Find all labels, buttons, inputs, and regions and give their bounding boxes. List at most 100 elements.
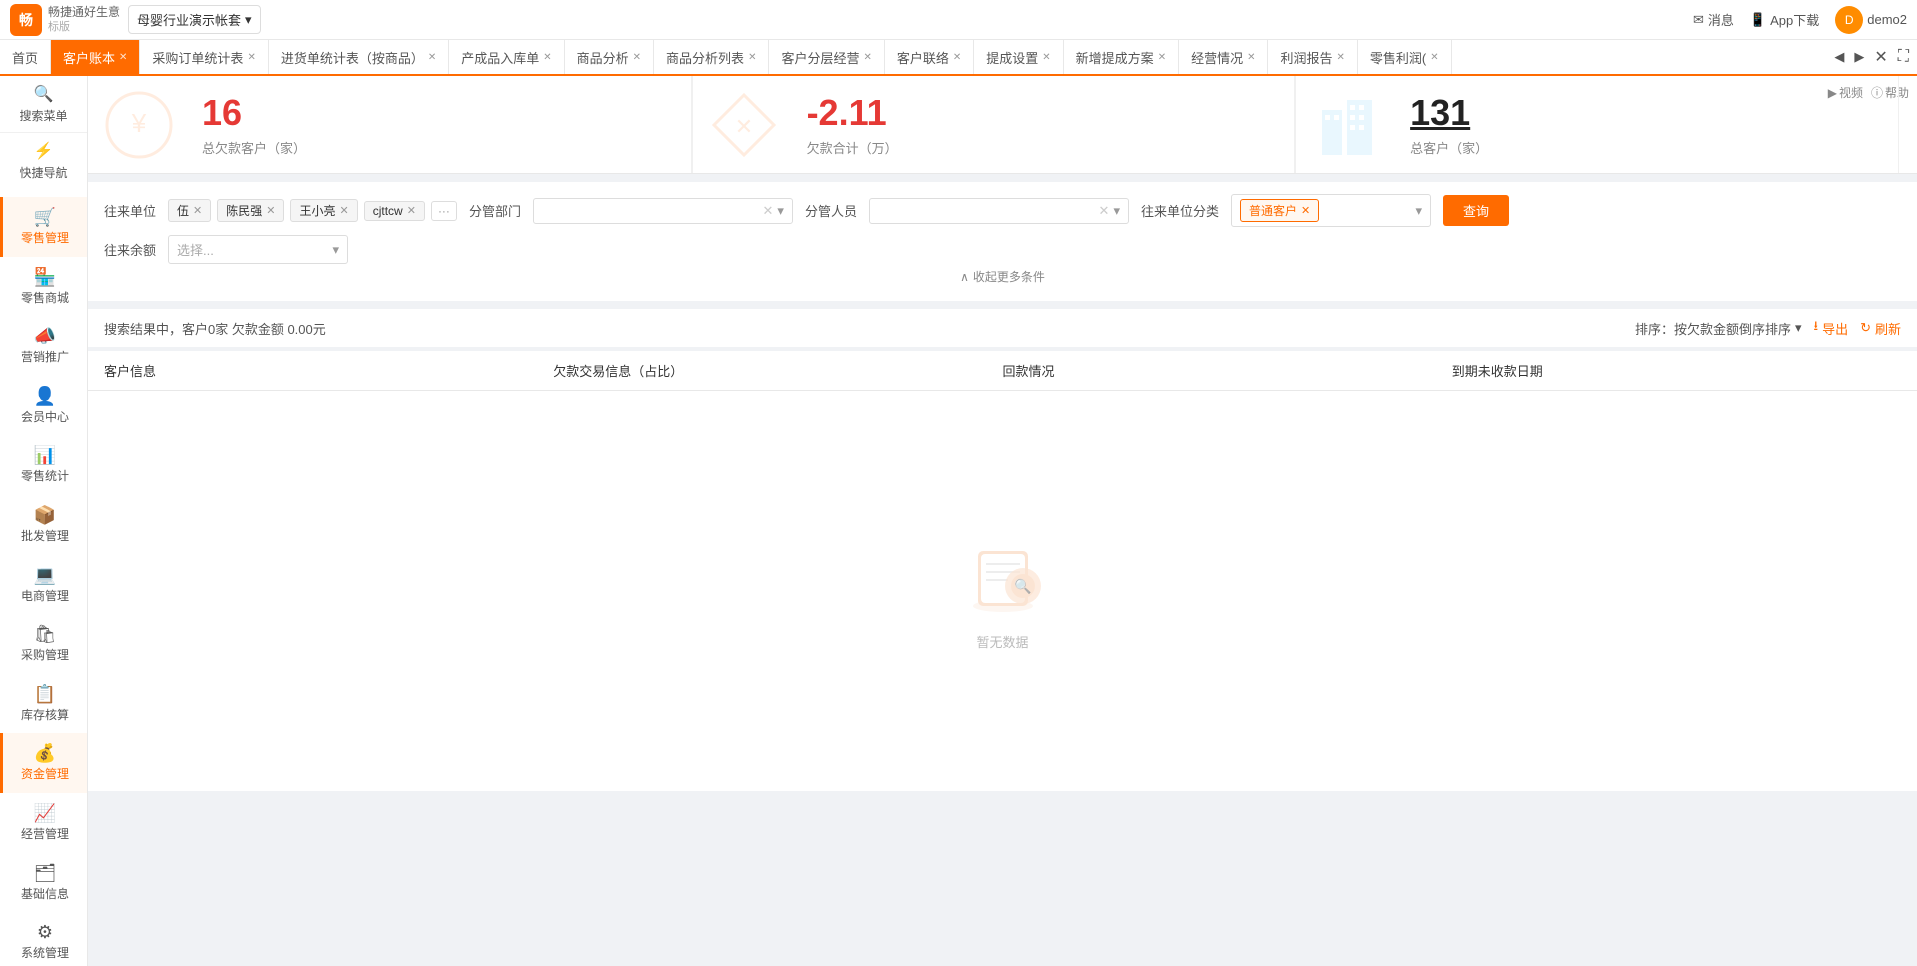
filter-row-2: 往来余额 选择... ▾ [104, 235, 1901, 264]
logo-text: 畅捷通好生意 标版 [48, 5, 120, 35]
sort-select[interactable]: 排序：按欠款金额倒序排序 ▾ [1635, 319, 1802, 338]
tab-profit-report[interactable]: 利润报告 ✕ [1268, 40, 1357, 75]
marketing-icon: 📣 [34, 326, 56, 347]
batch-icon: 📦 [34, 505, 56, 526]
industry-select[interactable]: 母婴行业演示帐套 ▾ [128, 5, 261, 34]
tab-customer-tier[interactable]: 客户分层经营 ✕ [769, 40, 884, 75]
stat-total-customers: 131 总客户（家） [1295, 76, 1899, 173]
remove-tag-chen[interactable]: ✕ [266, 204, 275, 217]
results-right: 排序：按欠款金额倒序排序 ▾ ⭳ 导出 ↻ 刷新 [1635, 317, 1901, 339]
sidebar-item-purchase[interactable]: 🛍 采购管理 [0, 614, 87, 674]
filter-tag-chen: 陈民强 ✕ [217, 199, 284, 222]
tab-prev-button[interactable]: ◀ [1830, 49, 1848, 65]
user-menu[interactable]: D demo2 [1835, 6, 1907, 34]
tab-close-icon[interactable]: ✕ [953, 52, 961, 63]
sidebar-item-finance[interactable]: 💰 资金管理 [0, 733, 87, 793]
sidebar-item-retail[interactable]: 🛒 零售管理 [0, 197, 87, 257]
sidebar: 🔍 搜索菜单 ⚡ 快捷导航 🛒 零售管理 🏪 零售商城 📣 营销推广 👤 会员中… [0, 76, 88, 966]
table-col-overdue: 欠款交易信息（占比） [553, 361, 1002, 380]
remove-tag-wu[interactable]: ✕ [193, 204, 202, 217]
export-button[interactable]: ⭳ 导出 [1814, 317, 1849, 339]
sidebar-item-inventory[interactable]: 📋 库存核算 [0, 674, 87, 734]
query-button[interactable]: 查询 [1443, 195, 1509, 226]
tab-close-icon[interactable]: ✕ [1337, 52, 1345, 63]
remove-category-tag[interactable]: ✕ [1301, 204, 1310, 217]
table-body: 🔍 暂无数据 [88, 391, 1917, 791]
collapse-button[interactable]: ∧ 收起更多条件 [960, 264, 1045, 289]
tab-close-icon[interactable]: ✕ [119, 52, 127, 63]
tab-goods-list[interactable]: 商品分析列表 ✕ [654, 40, 769, 75]
tab-operation[interactable]: 经营情况 ✕ [1179, 40, 1268, 75]
chevron-down-icon: ▾ [777, 203, 784, 219]
empty-text: 暂无数据 [976, 632, 1028, 651]
sidebar-item-batch[interactable]: 📦 批发管理 [0, 495, 87, 555]
collapse-btn-row: ∧ 收起更多条件 [104, 264, 1901, 289]
tab-expand-button[interactable]: ⛶ [1894, 48, 1913, 66]
tab-close-icon[interactable]: ✕ [1042, 52, 1050, 63]
filter-label-manager: 分管人员 [805, 201, 857, 220]
tab-cost-stock[interactable]: 产成品入库单 ✕ [449, 40, 564, 75]
remove-tag-cjttcw[interactable]: ✕ [407, 204, 416, 217]
app-download-button[interactable]: 📱 App下载 [1750, 10, 1819, 29]
tab-close-icon[interactable]: ✕ [1430, 52, 1438, 63]
more-tags-button[interactable]: ··· [431, 201, 457, 221]
tab-retail-profit[interactable]: 零售利润( ✕ [1358, 40, 1452, 75]
stat-overdue-customers: ¥ 16 总欠款客户（家） [88, 76, 692, 173]
sidebar-item-member[interactable]: 👤 会员中心 [0, 376, 87, 436]
tab-customer-account[interactable]: 客户账本 ✕ [51, 40, 140, 75]
top-bar: 畅 畅捷通好生意 标版 母婴行业演示帐套 ▾ ✉ 消息 📱 App下载 D de… [0, 0, 1917, 40]
tab-close-icon[interactable]: ✕ [428, 52, 436, 63]
message-button[interactable]: ✉ 消息 [1693, 10, 1734, 29]
tab-close-all-button[interactable]: ✕ [1870, 47, 1891, 67]
tab-close-icon[interactable]: ✕ [748, 52, 756, 63]
remove-tag-wang[interactable]: ✕ [340, 204, 349, 217]
tab-new-commission[interactable]: 新增提成方案 ✕ [1064, 40, 1179, 75]
table-container: 客户信息 欠款交易信息（占比） 回款情况 到期未收款日期 [88, 351, 1917, 791]
tab-stock-stats[interactable]: 进货单统计表（按商品） ✕ [269, 40, 449, 75]
basic-info-icon: 🗂 [34, 863, 57, 884]
operation-icon: 📈 [34, 803, 56, 824]
stat-amount-text-group: -2.11 欠款合计（万） [807, 92, 898, 157]
tab-close-icon[interactable]: ✕ [633, 52, 641, 63]
filter-dept-select[interactable]: ✕ ▾ [533, 198, 793, 224]
filter-category-select[interactable]: 普通客户 ✕ ▾ [1231, 194, 1431, 227]
system-icon: ⚙ [37, 922, 53, 943]
table-col-customer: 客户信息 [104, 361, 553, 380]
tab-bar-end: ◀ ▶ ✕ ⛶ [1830, 47, 1917, 67]
sort-label: 排序：按欠款金额倒序排序 [1635, 319, 1791, 338]
refresh-button[interactable]: ↻ 刷新 [1860, 319, 1901, 338]
tab-purchase-order[interactable]: 采购订单统计表 ✕ [140, 40, 268, 75]
tab-goods-analysis[interactable]: 商品分析 ✕ [565, 40, 654, 75]
overdue-customers-number: 16 [202, 92, 306, 134]
tab-home[interactable]: 首页 [0, 40, 51, 75]
main-layout: 🔍 搜索菜单 ⚡ 快捷导航 🛒 零售管理 🏪 零售商城 📣 营销推广 👤 会员中… [0, 76, 1917, 966]
stats-icon: 📊 [34, 445, 56, 466]
chevron-down-category-icon: ▾ [1415, 203, 1422, 219]
clear-manager-icon[interactable]: ✕ [1099, 203, 1110, 219]
search-menu-button[interactable]: 🔍 搜索菜单 [0, 76, 87, 132]
quick-nav-button[interactable]: ⚡ 快捷导航 [0, 132, 87, 189]
sidebar-item-marketing[interactable]: 📣 营销推广 [0, 316, 87, 376]
clear-dept-icon[interactable]: ✕ [763, 203, 774, 219]
sidebar-item-retail-stats[interactable]: 📊 零售统计 [0, 435, 87, 495]
chevron-down-balance-icon: ▾ [332, 242, 339, 258]
tab-close-icon[interactable]: ✕ [247, 52, 255, 63]
tab-customer-contact[interactable]: 客户联络 ✕ [885, 40, 974, 75]
sidebar-item-ecommerce[interactable]: 💻 电商管理 [0, 555, 87, 615]
filter-balance-select[interactable]: 选择... ▾ [168, 235, 348, 264]
tab-settings[interactable]: 提成设置 ✕ [974, 40, 1063, 75]
tab-close-icon[interactable]: ✕ [863, 52, 871, 63]
sidebar-item-system[interactable]: ⚙ 系统管理 [0, 912, 87, 966]
tab-close-icon[interactable]: ✕ [1247, 52, 1255, 63]
sidebar-item-basic-info[interactable]: 🗂 基础信息 [0, 853, 87, 913]
sidebar-item-operation[interactable]: 📈 经营管理 [0, 793, 87, 853]
filter-manager-select[interactable]: ✕ ▾ [869, 198, 1129, 224]
sidebar-item-retail-shop[interactable]: 🏪 零售商城 [0, 257, 87, 317]
svg-text:¥: ¥ [131, 108, 147, 138]
tab-close-icon[interactable]: ✕ [1158, 52, 1166, 63]
tab-next-button[interactable]: ▶ [1850, 49, 1868, 65]
tab-close-icon[interactable]: ✕ [543, 52, 551, 63]
filter-label-category: 往来单位分类 [1141, 201, 1219, 220]
filter-label-unit: 往来单位 [104, 201, 156, 220]
collapse-icon: ∧ [960, 270, 969, 284]
